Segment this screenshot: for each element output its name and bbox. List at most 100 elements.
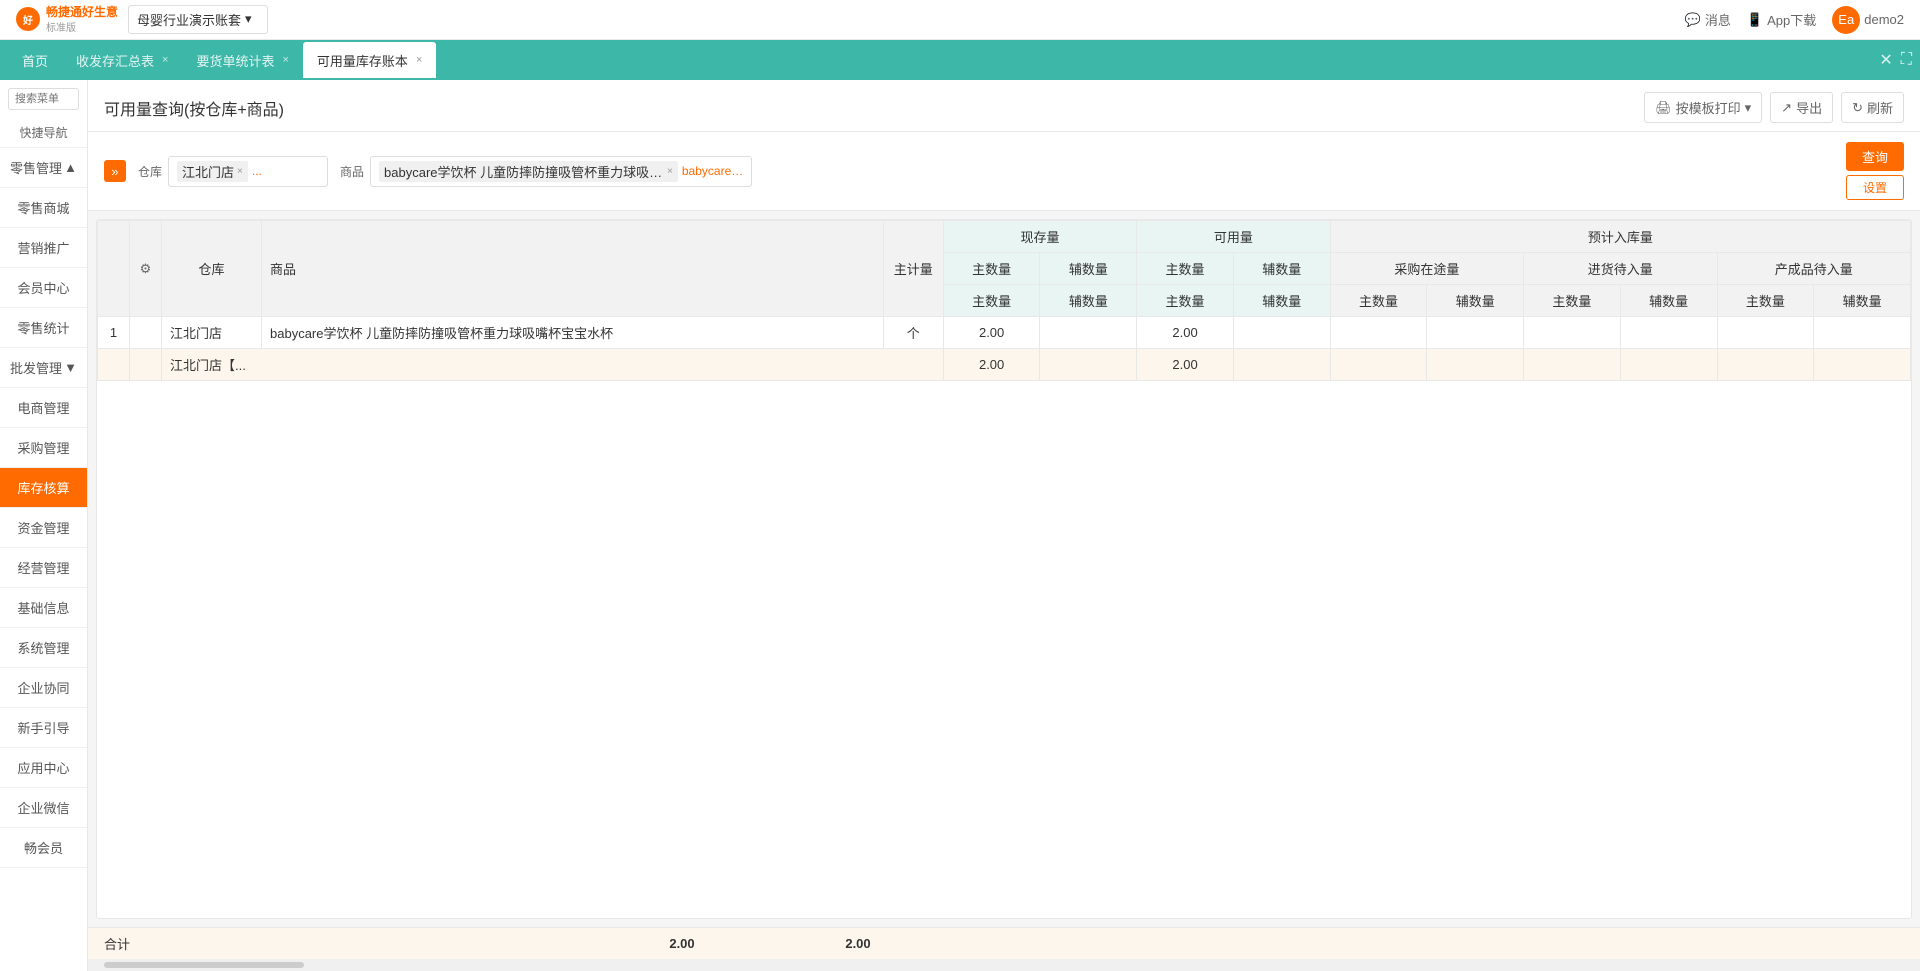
row-ip-main — [1524, 317, 1621, 349]
product-tag-close[interactable]: × — [667, 166, 673, 177]
filter-area: » 仓库 江北门店 × ... 商品 babycare学饮杯 儿童防摔防撞吸管杯… — [88, 132, 1920, 211]
filter-expand-btn[interactable]: » — [104, 160, 126, 182]
sidebar-item-ops-mgmt[interactable]: 经营管理 — [0, 548, 87, 588]
print-arrow-icon: ▾ — [1745, 100, 1752, 116]
query-button[interactable]: 查询 — [1846, 142, 1904, 171]
row-pp-main — [1717, 317, 1814, 349]
subtotal-row: 江北门店【... 2.00 2.00 — [98, 349, 1911, 381]
nav-expand-btn[interactable]: ⛶ — [1901, 51, 1912, 69]
industry-select[interactable]: 母婴行业演示账套 ▾ — [128, 5, 268, 34]
th-warehouse: 仓库 — [162, 221, 262, 317]
product-filter-group: 商品 babycare学饮杯 儿童防摔防撞吸管杯重力球吸嘴杯宝宝水杯 × bab… — [340, 156, 752, 187]
header-right: 💬 消息 📱 App下载 Ea demo2 — [1685, 6, 1904, 34]
sidebar-item-retail-stats[interactable]: 零售统计 — [0, 308, 87, 348]
chevron-icon-2: ▼ — [64, 360, 77, 375]
refresh-btn[interactable]: ↻ 刷新 — [1841, 92, 1904, 123]
th-expected-inbound: 预计入库量 — [1330, 221, 1910, 253]
product-tag: babycare学饮杯 儿童防摔防撞吸管杯重力球吸嘴杯宝宝水杯 × — [379, 161, 678, 182]
refresh-label: 刷新 — [1867, 98, 1893, 117]
tab-home[interactable]: 首页 — [8, 42, 62, 78]
message-icon: 💬 — [1685, 12, 1701, 28]
close-receive-summary[interactable]: × — [162, 54, 168, 66]
settings-icon[interactable]: ⚙ — [140, 261, 152, 276]
close-available-stock[interactable]: × — [416, 54, 422, 66]
mobile-icon: 📱 — [1747, 12, 1763, 28]
page-header: 可用量查询(按仓库+商品) 🖨 按模板打印 ▾ ↗ 导出 ↻ 刷新 — [88, 80, 1920, 132]
warehouse-input[interactable]: 江北门店 × ... — [168, 156, 328, 187]
warehouse-more[interactable]: ... — [252, 164, 262, 178]
print-icon: 🖨 — [1655, 100, 1672, 116]
subtotal-current-main: 2.00 — [943, 349, 1040, 381]
setting-button[interactable]: 设置 — [1846, 175, 1904, 200]
sidebar-item-finance-mgmt[interactable]: 资金管理 — [0, 508, 87, 548]
th-settings[interactable]: ⚙ — [130, 221, 162, 317]
sidebar-item-retail-mgmt[interactable]: 零售管理 ▲ — [0, 148, 87, 188]
home-tab-label: 首页 — [22, 51, 48, 70]
th-product: 商品 — [262, 221, 884, 317]
row-current-main: 2.00 — [943, 317, 1040, 349]
close-order-stats[interactable]: × — [282, 54, 288, 66]
th-pp-aux: 辅数量 — [1814, 285, 1911, 317]
row-pp-aux — [1814, 317, 1911, 349]
sidebar-item-basic-info[interactable]: 基础信息 — [0, 588, 87, 628]
sidebar-item-retail-mall[interactable]: 零售商城 — [0, 188, 87, 228]
row-avail-main: 2.00 — [1137, 317, 1234, 349]
row-main-unit: 个 — [883, 317, 943, 349]
sidebar-item-marketing[interactable]: 营销推广 — [0, 228, 87, 268]
message-btn[interactable]: 💬 消息 — [1685, 10, 1731, 29]
avatar: Ea — [1832, 6, 1860, 34]
sidebar-item-purchase-mgmt[interactable]: 采购管理 — [0, 428, 87, 468]
warehouse-tag: 江北门店 × — [177, 161, 248, 182]
sidebar-item-app-center[interactable]: 应用中心 — [0, 748, 87, 788]
scrollbar-area[interactable] — [88, 959, 1920, 971]
export-btn[interactable]: ↗ 导出 — [1770, 92, 1833, 123]
print-label: 按模板打印 — [1676, 98, 1741, 117]
th-ip-aux: 辅数量 — [1620, 285, 1717, 317]
user-menu[interactable]: Ea demo2 — [1832, 6, 1904, 34]
sidebar-item-enterprise-wechat[interactable]: 企业微信 — [0, 788, 87, 828]
horizontal-scrollbar[interactable] — [104, 962, 304, 968]
nav-tabs: 首页 收发存汇总表 × 要货单统计表 × 可用量库存账本 × ✕ ⛶ — [0, 40, 1920, 80]
th-pt-main: 主数量 — [1330, 285, 1427, 317]
tab-order-stats[interactable]: 要货单统计表 × — [182, 42, 302, 78]
sidebar-item-enterprise-collab[interactable]: 企业协同 — [0, 668, 87, 708]
th-cs-aux-qty: 辅数量 — [1040, 285, 1137, 317]
subtotal-avail-main: 2.00 — [1137, 349, 1234, 381]
sidebar-item-vip-member[interactable]: 畅会员 — [0, 828, 87, 868]
th-av-main-qty: 主数量 — [1137, 285, 1234, 317]
product-input[interactable]: babycare学饮杯 儿童防摔防撞吸管杯重力球吸嘴杯宝宝水杯 × babyca… — [370, 156, 752, 187]
retail-mgmt-label: 零售管理 — [10, 158, 62, 177]
warehouse-tag-close[interactable]: × — [237, 166, 243, 177]
user-name: demo2 — [1864, 12, 1904, 27]
tab-available-stock[interactable]: 可用量库存账本 × — [303, 42, 436, 78]
sidebar-item-new-guide[interactable]: 新手引导 — [0, 708, 87, 748]
app-download-btn[interactable]: 📱 App下载 — [1747, 10, 1816, 29]
logo-sub: 标准版 — [46, 19, 118, 34]
table-area[interactable]: ⚙ 仓库 商品 主计量 现存量 可用量 预计入库量 主数量 辅数量 主数量 辅数… — [96, 219, 1912, 919]
th-available: 可用量 — [1137, 221, 1330, 253]
sidebar-item-ecommerce-mgmt[interactable]: 电商管理 — [0, 388, 87, 428]
search-input[interactable] — [8, 88, 79, 110]
sidebar-item-quick-nav[interactable]: 快捷导航 — [0, 118, 87, 148]
logo-area: 好 畅捷通好生意 标准版 — [16, 5, 118, 34]
industry-label: 母婴行业演示账套 — [137, 10, 241, 29]
total-label: 合计 — [104, 934, 634, 953]
table-row: 1 江北门店 babycare学饮杯 儿童防摔防撞吸管杯重力球吸嘴杯宝宝水杯 个… — [98, 317, 1911, 349]
table-footer: 合计 2.00 2.00 — [88, 927, 1920, 959]
data-table: ⚙ 仓库 商品 主计量 现存量 可用量 预计入库量 主数量 辅数量 主数量 辅数… — [97, 220, 1911, 381]
sidebar-item-wholesale-mgmt[interactable]: 批发管理 ▼ — [0, 348, 87, 388]
product-more[interactable]: babycare… — [682, 164, 743, 178]
tab-receive-summary[interactable]: 收发存汇总表 × — [62, 42, 182, 78]
total-avail-main: 2.00 — [818, 936, 898, 951]
app-download-label: App下载 — [1767, 10, 1816, 29]
print-btn[interactable]: 🖨 按模板打印 ▾ — [1644, 92, 1762, 123]
receive-summary-label: 收发存汇总表 — [76, 51, 154, 70]
sidebar-item-member-center[interactable]: 会员中心 — [0, 268, 87, 308]
sidebar-item-sys-mgmt[interactable]: 系统管理 — [0, 628, 87, 668]
sidebar-item-inventory-check[interactable]: 库存核算 — [0, 468, 87, 508]
sidebar-search-area — [0, 80, 87, 118]
chevron-down-icon: ▾ — [245, 11, 252, 27]
nav-close-btn[interactable]: ✕ — [1879, 50, 1892, 70]
logo-text-block: 畅捷通好生意 标准版 — [46, 5, 118, 34]
row-avail-aux — [1233, 317, 1330, 349]
